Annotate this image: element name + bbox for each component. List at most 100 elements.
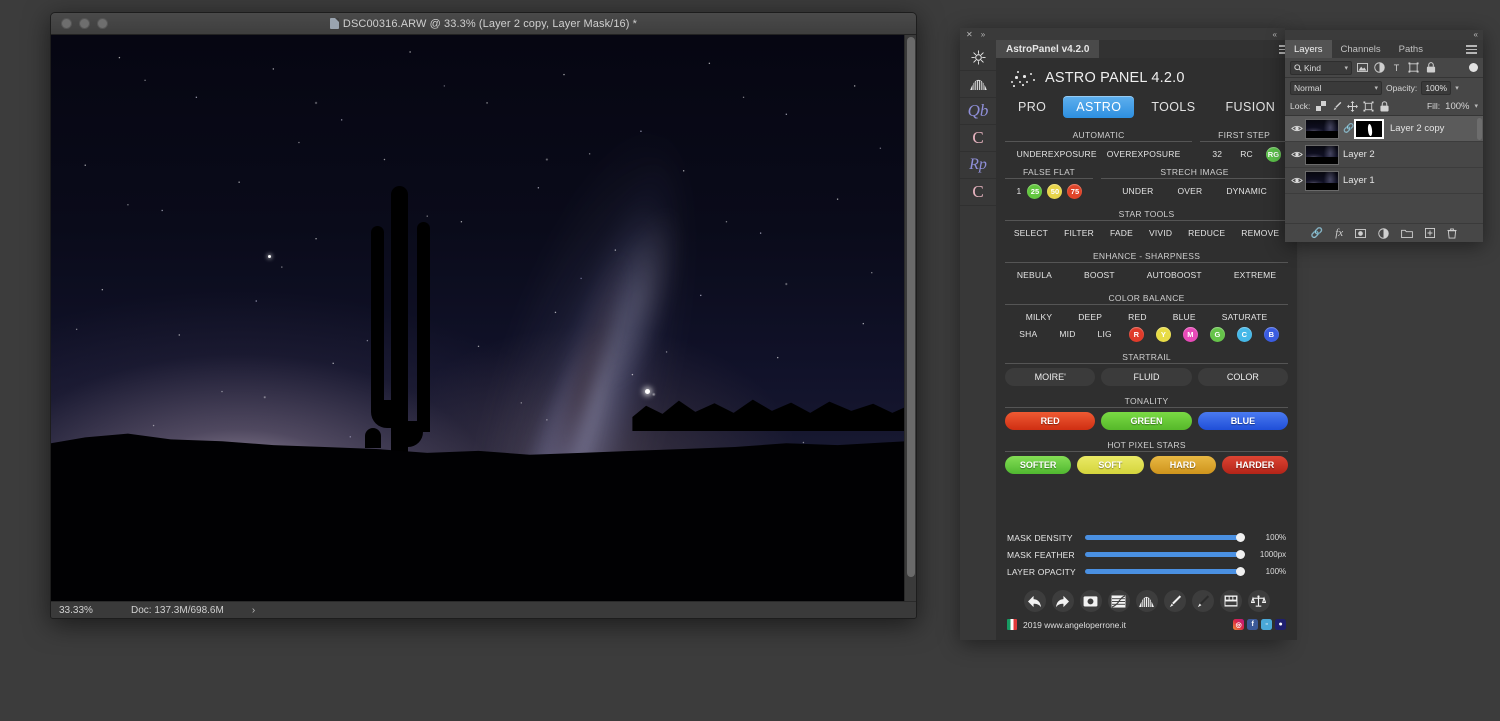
500px-icon[interactable]: ▫ [1261,619,1272,630]
astro-panel-toolbar[interactable] [1005,580,1288,618]
histogram-dock-icon[interactable] [960,71,996,98]
btn-tonality-red[interactable]: RED [1005,412,1095,430]
layers-list[interactable]: 🔗 Layer 2 copy Layer 2 Layer 1 [1285,116,1483,223]
layer-visibility-icon[interactable] [1288,176,1305,185]
layer-name[interactable]: Layer 2 [1343,149,1375,160]
btn-remove[interactable]: REMOVE [1236,225,1284,241]
facebook-icon[interactable]: f [1247,619,1258,630]
lock-transparency-icon[interactable] [1315,101,1326,112]
lock-bar[interactable]: Lock: Fill: 100% ▾ [1285,97,1483,116]
color-dock-icon[interactable]: C [960,179,996,206]
delete-layer-icon[interactable] [1447,228,1457,239]
layers-panel[interactable]: « Layers Channels Paths Kind ▾ T Normal [1285,30,1483,242]
btn-extreme[interactable]: EXTREME [1229,267,1282,283]
btn-tonality-blue[interactable]: BLUE [1198,412,1288,430]
plugin-dock-rail[interactable]: Qb C Rp C [960,40,996,640]
star-tools-buttons[interactable]: SELECT FILTER FADE VIVID REDUCE REMOVE [1005,225,1288,241]
btn-boost[interactable]: BOOST [1079,267,1120,283]
mask-link-icon[interactable]: 🔗 [1343,123,1354,134]
first-step-buttons[interactable]: 32 RC RG [1200,146,1288,162]
btn-hard[interactable]: HARD [1150,456,1216,474]
undo-arrow-icon[interactable] [1024,590,1046,612]
brush-dark-icon[interactable] [1192,590,1214,612]
slider-layer-opacity[interactable]: LAYER OPACITY 100% [1007,563,1286,580]
btn-select[interactable]: SELECT [1009,225,1053,241]
nav-tab-astro[interactable]: ASTRO [1063,96,1134,118]
btn-sha[interactable]: SHA [1014,326,1042,342]
flickr-icon[interactable]: ● [1275,619,1286,630]
nav-tab-fusion[interactable]: FUSION [1213,96,1289,118]
astro-panel-nav-tabs[interactable]: PRO ASTRO TOOLS FUSION [1005,96,1288,118]
btn-dynamic[interactable]: DYNAMIC [1221,183,1272,199]
histogram-icon[interactable] [1136,590,1158,612]
slider-mask-feather[interactable]: MASK FEATHER 1000px [1007,546,1286,563]
document-window[interactable]: DSC00316.ARW @ 33.3% (Layer 2 copy, Laye… [50,12,917,619]
btn-vivid[interactable]: VIVID [1144,225,1177,241]
btn-mid[interactable]: MID [1054,326,1080,342]
fill-input[interactable]: 100% [1445,101,1469,112]
slider-track[interactable] [1085,552,1244,557]
blend-mode-select[interactable]: Normal ▾ [1290,81,1382,95]
startrail-buttons[interactable]: MOIRE' FLUID COLOR [1002,368,1291,386]
btn-blue[interactable]: BLUE [1168,309,1201,325]
fx-icon[interactable]: fx [1335,227,1343,239]
pixel-filter-icon[interactable] [1356,61,1369,74]
tab-paths[interactable]: Paths [1390,40,1432,58]
curves-icon[interactable] [1108,590,1130,612]
tab-channels[interactable]: Channels [1332,40,1390,58]
tab-astropanel[interactable]: AstroPanel v4.2.0 [996,40,1099,58]
layers-panel-menu-icon[interactable] [1466,45,1477,53]
btn-falseflat-50[interactable]: 50 [1047,184,1062,199]
filter-enable-toggle[interactable] [1469,63,1478,72]
chevron-down-icon[interactable]: ▾ [1344,64,1348,72]
btn-32[interactable]: 32 [1207,146,1227,162]
color-balance-row1[interactable]: MILKY DEEP RED BLUE SATURATE [1005,309,1288,325]
tonality-buttons[interactable]: RED GREEN BLUE [1002,412,1291,430]
canvas-vertical-scrollbar[interactable] [904,35,916,601]
btn-underexposure[interactable]: UNDEREXPOSURE [1012,146,1102,162]
type-filter-icon[interactable]: T [1390,61,1403,74]
smart-object-filter-icon[interactable] [1424,61,1437,74]
btn-fade[interactable]: FADE [1105,225,1138,241]
layers-panel-tabs[interactable]: Layers Channels Paths [1285,40,1483,58]
layer-mask-thumbnail[interactable] [1354,119,1384,139]
slider-track[interactable] [1085,569,1244,574]
enhance-sharpness-buttons[interactable]: NEBULA BOOST AUTOBOOST EXTREME [1005,267,1288,283]
lock-all-icon[interactable] [1379,101,1390,112]
layer-name[interactable]: Layer 1 [1343,175,1375,186]
layer-thumbnail[interactable] [1305,171,1339,191]
btn-color-m[interactable]: M [1183,327,1198,342]
fill-chevron-icon[interactable]: ▾ [1474,102,1478,110]
layer-visibility-icon[interactable] [1288,150,1305,159]
credit-text[interactable]: 2019 www.angeloperrone.it [1023,620,1126,630]
table-row[interactable]: Layer 1 [1285,168,1483,194]
btn-overexposure[interactable]: OVEREXPOSURE [1102,146,1186,162]
astropanel-dock-icon[interactable] [960,44,996,71]
btn-deep[interactable]: DEEP [1073,309,1107,325]
close-button[interactable] [61,18,72,29]
btn-color-g[interactable]: G [1210,327,1225,342]
opacity-input[interactable]: 100% [1421,81,1451,95]
btn-fluid[interactable]: FLUID [1101,368,1191,386]
camera-icon[interactable] [1080,590,1102,612]
astro-panel-topbar[interactable]: ✕ » « [960,28,1285,40]
canvas-area[interactable] [51,35,916,601]
btn-saturate[interactable]: SATURATE [1217,309,1273,325]
btn-over[interactable]: OVER [1172,183,1207,199]
layers-panel-bottom-toolbar[interactable]: 🔗 fx [1285,223,1483,242]
balance-scale-icon[interactable] [1248,590,1270,612]
astrophotography-image[interactable] [51,35,906,601]
btn-tonality-green[interactable]: GREEN [1101,412,1191,430]
chevron-down-icon[interactable]: ▾ [1374,84,1378,92]
table-row[interactable]: 🔗 Layer 2 copy [1285,116,1483,142]
document-titlebar[interactable]: DSC00316.ARW @ 33.3% (Layer 2 copy, Laye… [51,13,916,35]
btn-color-r[interactable]: R [1129,327,1144,342]
btn-color-c[interactable]: C [1237,327,1252,342]
btn-harder[interactable]: HARDER [1222,456,1288,474]
adjustment-layer-icon[interactable] [1378,228,1389,239]
btn-moire[interactable]: MOIRE' [1005,368,1095,386]
btn-softer[interactable]: SOFTER [1005,456,1071,474]
collapse-icon[interactable]: « [1474,30,1478,39]
panel-collapse-icon[interactable]: « [1273,30,1277,39]
new-layer-icon[interactable] [1425,228,1435,238]
